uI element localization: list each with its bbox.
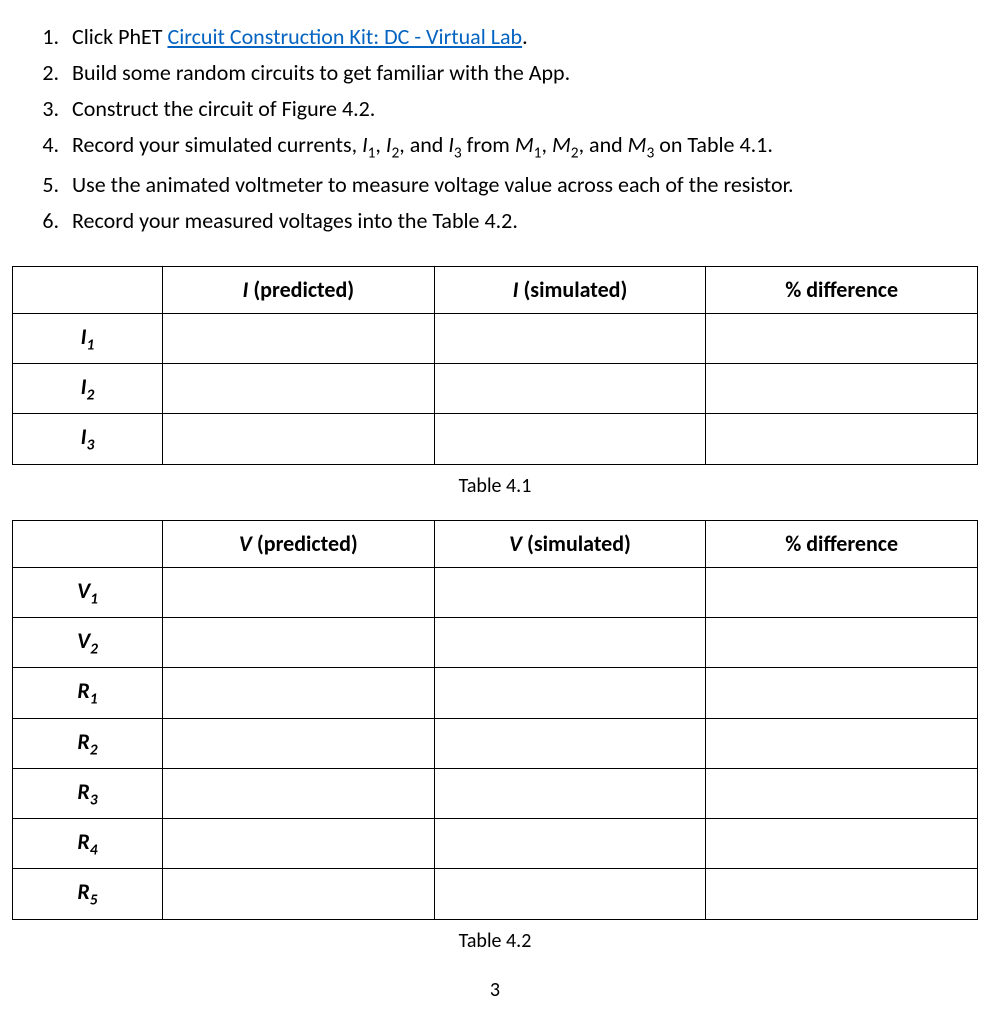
- table2-row3-label: R1: [13, 668, 163, 718]
- step-6: Record your measured voltages into the T…: [64, 204, 978, 238]
- table-row: R4: [13, 819, 978, 869]
- table-row: V2: [13, 617, 978, 667]
- step-1-suffix: .: [522, 23, 528, 50]
- table1-r1-pred: [163, 313, 435, 363]
- table1-r2-pred: [163, 364, 435, 414]
- table1-r1-diff: [706, 313, 978, 363]
- step-1-prefix: Click PhET: [72, 23, 167, 50]
- table-row: I2: [13, 364, 978, 414]
- table-row: R3: [13, 768, 978, 818]
- step-1: Click PhET Circuit Construction Kit: DC …: [64, 20, 978, 54]
- table2-caption: Table 4.2: [12, 926, 978, 957]
- table1-hdr-simulated: I (simulated): [434, 266, 706, 313]
- table2-row4-label: R2: [13, 718, 163, 768]
- table2-row7-label: R5: [13, 869, 163, 919]
- table1-caption: Table 4.1: [12, 471, 978, 502]
- table2-row1-label: V1: [13, 567, 163, 617]
- table2-row5-label: R3: [13, 768, 163, 818]
- table2-hdr-diff: % difference: [706, 520, 978, 567]
- table1-corner: [13, 266, 163, 313]
- table-row: V1: [13, 567, 978, 617]
- table1-hdr-diff: % difference: [706, 266, 978, 313]
- table2-hdr-predicted: V (predicted): [163, 520, 435, 567]
- table1-row2-label: I2: [13, 364, 163, 414]
- table2-row2-label: V2: [13, 617, 163, 667]
- table-4-1: I (predicted) I (simulated) % difference…: [12, 266, 978, 465]
- table-row: R1: [13, 668, 978, 718]
- phet-link[interactable]: Circuit Construction Kit: DC - Virtual L…: [167, 23, 522, 50]
- step-2: Build some random circuits to get famili…: [64, 56, 978, 90]
- table2-hdr-simulated: V (simulated): [434, 520, 706, 567]
- table1-r3-diff: [706, 414, 978, 464]
- step-4: Record your simulated currents, I1, I2, …: [64, 128, 978, 165]
- table2-row6-label: R4: [13, 819, 163, 869]
- table1-r1-sim: [434, 313, 706, 363]
- table1-row1-label: I1: [13, 313, 163, 363]
- table1-r2-diff: [706, 364, 978, 414]
- table1-row3-label: I3: [13, 414, 163, 464]
- table-row: R2: [13, 718, 978, 768]
- table-4-2: V (predicted) V (simulated) % difference…: [12, 520, 978, 920]
- table1-r2-sim: [434, 364, 706, 414]
- page-number: 3: [12, 975, 978, 1006]
- table1-r3-sim: [434, 414, 706, 464]
- table-row: R5: [13, 869, 978, 919]
- table1-r3-pred: [163, 414, 435, 464]
- step-5: Use the animated voltmeter to measure vo…: [64, 168, 978, 202]
- table2-corner: [13, 520, 163, 567]
- step-3: Construct the circuit of Figure 4.2.: [64, 92, 978, 126]
- table1-hdr-predicted: I (predicted): [163, 266, 435, 313]
- table-row: I3: [13, 414, 978, 464]
- table-row: I1: [13, 313, 978, 363]
- instruction-list: Click PhET Circuit Construction Kit: DC …: [12, 20, 978, 238]
